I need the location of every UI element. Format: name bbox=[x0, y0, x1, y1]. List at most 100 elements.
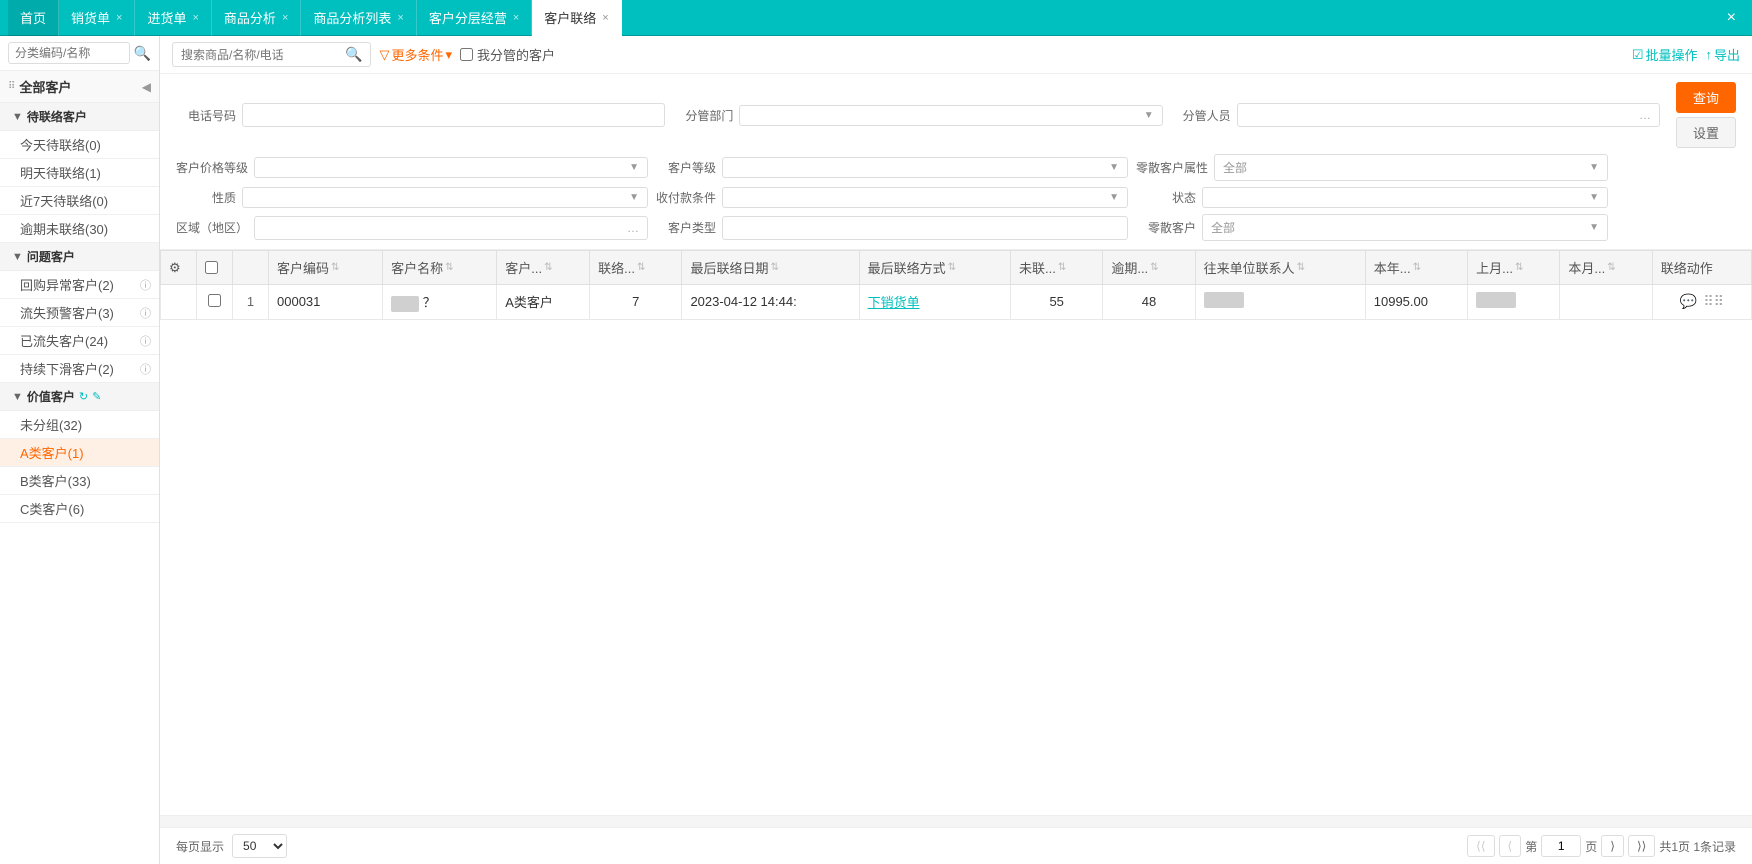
filter-search-input[interactable] bbox=[181, 48, 341, 62]
data-table-wrap: ⚙ 客户编码 bbox=[160, 250, 1752, 815]
nature-select[interactable]: ▼ bbox=[242, 187, 648, 208]
sidebar-item-ungrouped[interactable]: 未分组(32) bbox=[0, 411, 159, 439]
sidebar-group-value-customer[interactable]: ▼ 价值客户 ↻ ✎ bbox=[0, 383, 159, 411]
sort-icon-no-contact[interactable]: ⇅ bbox=[1058, 262, 1066, 273]
customer-type-input[interactable] bbox=[722, 216, 1128, 240]
sort-icon-this-month[interactable]: ⇅ bbox=[1607, 262, 1615, 273]
main-layout: 🔍 ⠿ 全部客户 ◀ ▼ 待联络客户 今天待联络(0) 明天待联络(1) 近7天… bbox=[0, 36, 1752, 864]
tab-purchase[interactable]: 进货单 × bbox=[135, 0, 211, 36]
sidebar-item-7days-pending[interactable]: 近7天待联络(0) bbox=[0, 187, 159, 215]
filter-row-3: 性质 ▼ 收付款条件 ▼ 状态 bbox=[176, 187, 1736, 208]
tab-sales-close[interactable]: × bbox=[116, 12, 122, 24]
prev-page-button[interactable]: ⟨ bbox=[1499, 835, 1522, 857]
last-page-button[interactable]: ⟩⟩ bbox=[1628, 835, 1655, 857]
chat-icon[interactable]: 💬 bbox=[1680, 293, 1697, 310]
sidebar-item-today-pending[interactable]: 今天待联络(0) bbox=[0, 131, 159, 159]
export-button[interactable]: ↑ 导出 bbox=[1705, 45, 1740, 64]
sidebar-group-pending-contact[interactable]: ▼ 待联络客户 bbox=[0, 103, 159, 131]
sort-icon-unit-contact[interactable]: ⇅ bbox=[1297, 262, 1305, 273]
tab-goods-list-close[interactable]: × bbox=[397, 12, 403, 24]
all-customers-header[interactable]: ⠿ 全部客户 ◀ bbox=[0, 71, 159, 103]
sort-icon-code[interactable]: ⇅ bbox=[331, 262, 339, 273]
phone-input[interactable] bbox=[242, 103, 665, 127]
dept-select[interactable]: ▼ bbox=[739, 105, 1162, 126]
setting-button[interactable]: 设置 bbox=[1676, 117, 1736, 148]
current-page-input[interactable] bbox=[1541, 835, 1581, 857]
customer-level-select[interactable]: ▼ bbox=[722, 157, 1128, 178]
tab-goods-list[interactable]: 商品分析列表 × bbox=[301, 0, 416, 36]
col-last-contact-method: 最后联络方式 ⇅ bbox=[859, 251, 1010, 285]
price-level-select[interactable]: ▼ bbox=[254, 157, 648, 178]
region-input[interactable]: … bbox=[254, 216, 648, 240]
sidebar-collapse-icon[interactable]: ◀ bbox=[142, 80, 151, 94]
batch-operation-button[interactable]: ☑ 批量操作 bbox=[1632, 45, 1698, 64]
payment-select[interactable]: ▼ bbox=[722, 187, 1128, 208]
sort-icon-this-year[interactable]: ⇅ bbox=[1413, 262, 1421, 273]
filter-search-icon[interactable]: 🔍 bbox=[345, 46, 362, 63]
group-arrow-icon-2: ▼ bbox=[12, 251, 23, 263]
more-filter-button[interactable]: ▽ 更多条件 ▾ bbox=[379, 45, 452, 64]
first-page-button[interactable]: ⟨⟨ bbox=[1467, 835, 1494, 857]
tab-customer-layer[interactable]: 客户分层经营 × bbox=[417, 0, 532, 36]
sidebar-item-churned[interactable]: 已流失客户(24) ⓘ bbox=[0, 327, 159, 355]
customer-type-header: 客户... bbox=[505, 258, 542, 277]
page-label: 第 bbox=[1525, 838, 1537, 855]
sidebar-search-icon[interactable]: 🔍 bbox=[134, 45, 151, 62]
sort-icon-last-month[interactable]: ⇅ bbox=[1515, 262, 1523, 273]
last-month-placeholder bbox=[1476, 292, 1516, 308]
next-page-button[interactable]: ⟩ bbox=[1601, 835, 1624, 857]
tab-home[interactable]: 首页 bbox=[8, 0, 59, 36]
manager-input[interactable]: … bbox=[1237, 103, 1660, 127]
tab-customer-contact[interactable]: 客户联络 × bbox=[532, 0, 621, 36]
retail-customer-chevron-icon: ▼ bbox=[1589, 222, 1599, 233]
tab-customer-contact-close[interactable]: × bbox=[602, 12, 608, 24]
tab-purchase-close[interactable]: × bbox=[192, 12, 198, 24]
sidebar-item-c-class[interactable]: C类客户(6) bbox=[0, 495, 159, 523]
sidebar-item-tomorrow-pending[interactable]: 明天待联络(1) bbox=[0, 159, 159, 187]
sort-icon-date[interactable]: ⇅ bbox=[770, 262, 778, 273]
sidebar-item-declining[interactable]: 持续下滑客户(2) ⓘ bbox=[0, 355, 159, 383]
sort-icon-name[interactable]: ⇅ bbox=[445, 262, 453, 273]
col-overdue: 逾期... ⇅ bbox=[1103, 251, 1195, 285]
filter-field-nature: 性质 ▼ bbox=[176, 187, 648, 208]
per-page-select[interactable]: 50 20 100 bbox=[232, 834, 287, 858]
row-checkbox[interactable] bbox=[208, 294, 221, 307]
tab-customer-layer-close[interactable]: × bbox=[513, 12, 519, 24]
sort-icon-type[interactable]: ⇅ bbox=[544, 262, 552, 273]
refresh-icon[interactable]: ↻ bbox=[79, 390, 88, 403]
tab-sales[interactable]: 销货单 × bbox=[59, 0, 135, 36]
my-customers-checkbox-label[interactable]: 我分管的客户 bbox=[460, 45, 555, 64]
global-close-button[interactable]: × bbox=[1719, 9, 1744, 27]
query-button[interactable]: 查询 bbox=[1676, 82, 1736, 113]
retail-customer-select[interactable]: 全部 ▼ bbox=[1202, 214, 1608, 241]
gear-settings-icon[interactable]: ⚙ bbox=[169, 260, 181, 276]
this-year-header: 本年... bbox=[1374, 258, 1411, 277]
sidebar-item-a-class[interactable]: A类客户(1) bbox=[0, 439, 159, 467]
retail-attr-select[interactable]: 全部 ▼ bbox=[1214, 154, 1608, 181]
tab-goods-analysis[interactable]: 商品分析 × bbox=[212, 0, 301, 36]
export-label: 导出 bbox=[1714, 45, 1740, 64]
last-contact-method-link[interactable]: 下销货单 bbox=[868, 295, 920, 310]
sidebar-item-repurchase-abnormal[interactable]: 回购异常客户(2) ⓘ bbox=[0, 271, 159, 299]
edit-icon[interactable]: ✎ bbox=[92, 390, 101, 403]
sidebar-item-churn-warning[interactable]: 流失预警客户(3) ⓘ bbox=[0, 299, 159, 327]
col-no-contact: 未联... ⇅ bbox=[1011, 251, 1103, 285]
status-select[interactable]: ▼ bbox=[1202, 187, 1608, 208]
sort-icon-overdue[interactable]: ⇅ bbox=[1150, 262, 1158, 273]
sidebar-search-input[interactable] bbox=[8, 42, 130, 64]
sidebar-item-overdue-pending[interactable]: 逾期未联络(30) bbox=[0, 215, 159, 243]
row-checkbox-cell bbox=[197, 285, 233, 320]
horizontal-scrollbar[interactable] bbox=[160, 815, 1752, 827]
filter-field-phone: 电话号码 bbox=[176, 103, 665, 127]
sort-icon-contact[interactable]: ⇅ bbox=[637, 262, 645, 273]
qrcode-icon[interactable]: ⠿⠿ bbox=[1703, 293, 1724, 310]
my-customers-checkbox[interactable] bbox=[460, 48, 473, 61]
filter-field-manager: 分管人员 … bbox=[1171, 103, 1660, 127]
sort-icon-method[interactable]: ⇅ bbox=[948, 262, 956, 273]
tab-goods-analysis-close[interactable]: × bbox=[282, 12, 288, 24]
col-customer-name: 客户名称 ⇅ bbox=[383, 251, 497, 285]
sidebar-item-b-class[interactable]: B类客户(33) bbox=[0, 467, 159, 495]
sidebar-group-problem-customer[interactable]: ▼ 问题客户 bbox=[0, 243, 159, 271]
col-contact: 联络... ⇅ bbox=[590, 251, 682, 285]
select-all-checkbox[interactable] bbox=[205, 261, 218, 274]
